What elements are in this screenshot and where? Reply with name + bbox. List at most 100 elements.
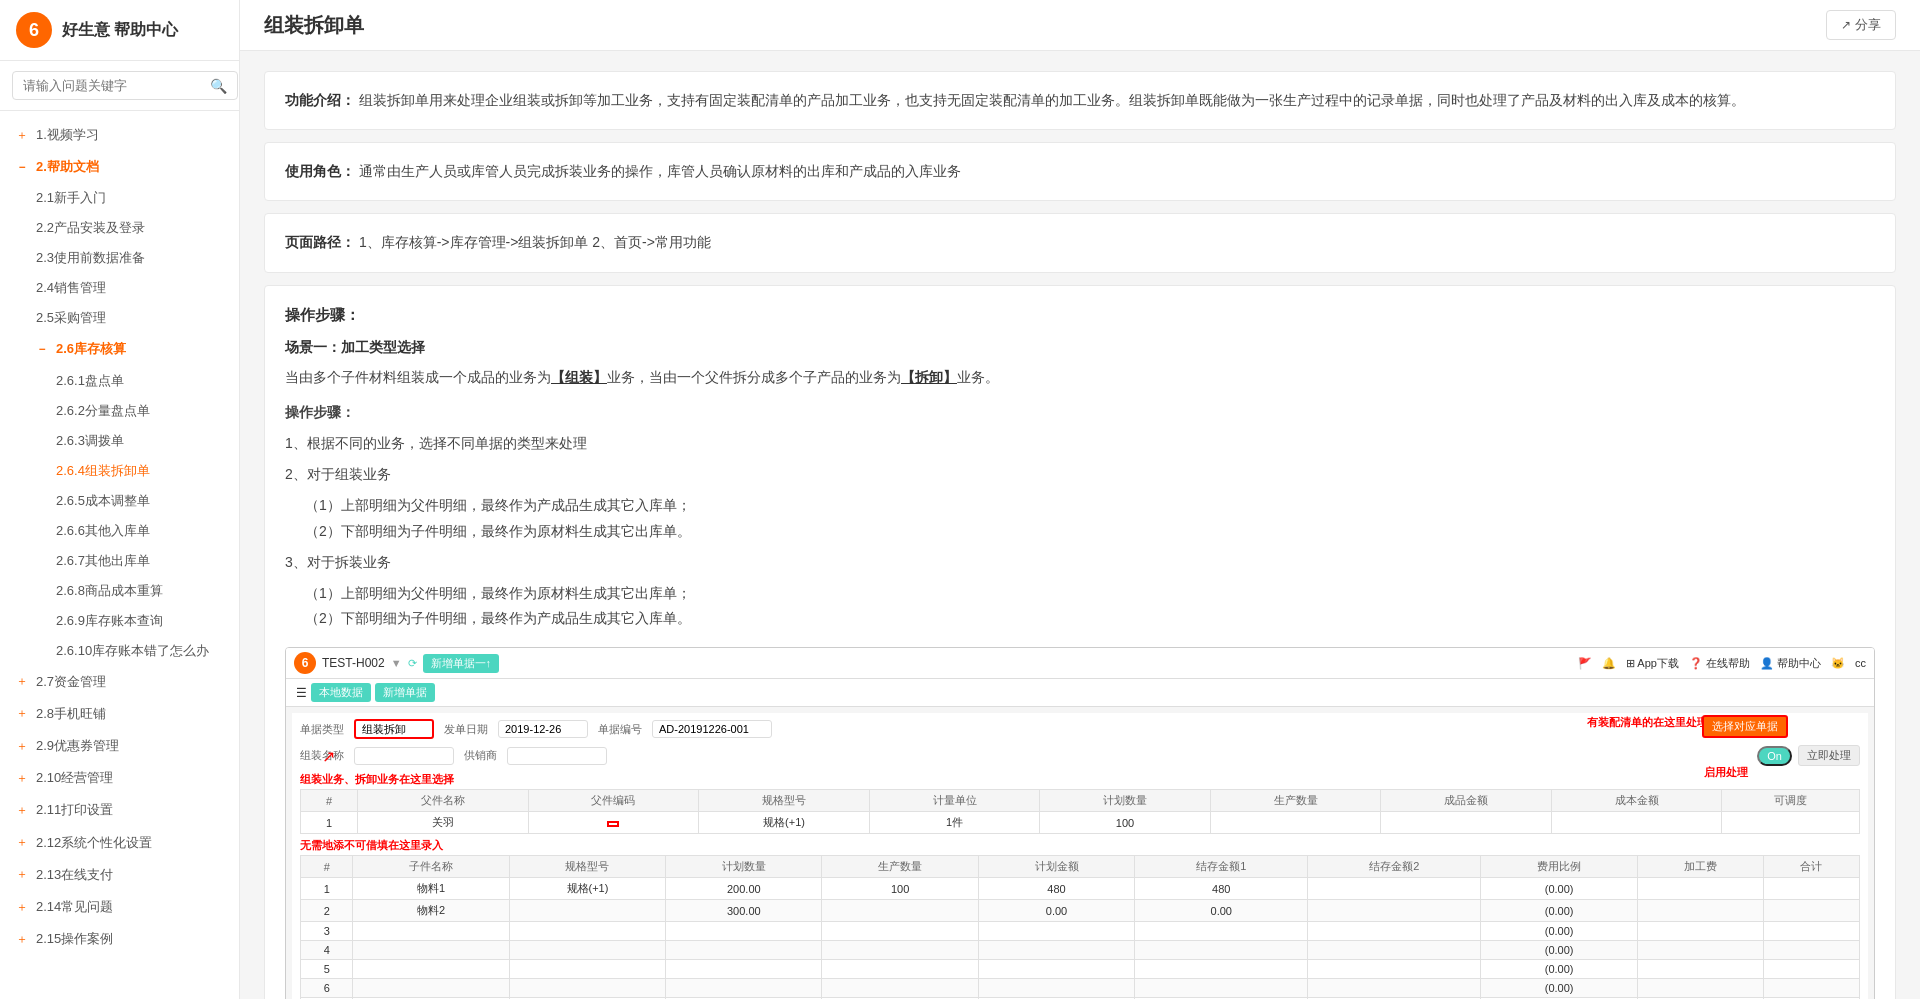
- sidebar-item-recalc[interactable]: 2.6.8商品成本重算: [0, 576, 239, 606]
- app-bell-icon: 🔔: [1602, 657, 1616, 670]
- assembly-link: 【组装】: [551, 369, 607, 385]
- share-button[interactable]: ↗ 分享: [1826, 10, 1896, 40]
- form-order-input[interactable]: [652, 720, 772, 738]
- plus-icon-ops: ＋: [16, 770, 30, 787]
- func-intro-text: 组装拆卸单用来处理企业组装或拆卸等加工业务，支持有固定装配清单的产品加工业务，也…: [359, 92, 1745, 108]
- confirm-btn-area: 选择对应单据: [1702, 715, 1788, 738]
- sidebar-item-outbound[interactable]: 2.6.7其他出库单: [0, 546, 239, 576]
- role-label: 使用角色：: [285, 163, 355, 179]
- sidebar-item-ops[interactable]: ＋ 2.10经营管理: [0, 762, 239, 794]
- sidebar-item-finance[interactable]: ＋ 2.7资金管理: [0, 666, 239, 698]
- sub-table-body: 1 物料1 规格(+1) 200.00 100 480 480 (0.00): [301, 878, 1860, 999]
- th-parent-name: 父件名称: [358, 790, 529, 812]
- th-spec: 规格型号: [699, 790, 870, 812]
- scenario1-desc: 当由多个子件材料组装成一个成品的业务为【组装】业务，当由一个父件拆分成多个子产品…: [285, 365, 1875, 390]
- plus-icon: ＋: [16, 127, 30, 144]
- sub-th-bal1: 结存金额1: [1135, 856, 1308, 878]
- nav-label-finance: 2.7资金管理: [36, 673, 106, 691]
- form-assembly-input[interactable]: [354, 747, 454, 765]
- sub-table-wrapper: # 子件名称 规格型号 计划数量 生产数量 计划金额 结存金额1 结存金额2 费: [300, 855, 1860, 999]
- form-supplier-input[interactable]: [507, 747, 607, 765]
- sub-table-row: 1 物料1 规格(+1) 200.00 100 480 480 (0.00): [301, 878, 1860, 900]
- sidebar-item-assembly[interactable]: 2.6.4组装拆卸单: [0, 456, 239, 486]
- screenshot-container: 6 TEST-H002 ▼ ⟳ 新增单据一↑ 🚩 🔔 ⊞ App下载 ❓ 在线帮…: [285, 647, 1875, 999]
- step2-sub2: （2）下部明细为子件明细，最终作为原材料生成其它出库单。: [305, 519, 1875, 544]
- form-date-input[interactable]: [498, 720, 588, 738]
- td-num: 1: [301, 812, 358, 834]
- form-type-input[interactable]: [354, 719, 434, 739]
- nav-label-mobile: 2.8手机旺铺: [36, 705, 106, 723]
- sub-table-row: 2 物料2 300.00 0.00 0.00 (0.00): [301, 900, 1860, 922]
- steps-section: 操作步骤： 场景一：加工类型选择 当由多个子件材料组装成一个成品的业务为【组装】…: [264, 285, 1896, 999]
- sidebar-item-cost[interactable]: 2.6.5成本调整单: [0, 486, 239, 516]
- nav-label-personalize: 2.12系统个性化设置: [36, 834, 152, 852]
- td-parent-code: [528, 812, 699, 834]
- sub-th-spec: 规格型号: [509, 856, 665, 878]
- app-apps-icon: ⊞ App下载: [1626, 656, 1679, 671]
- app-tab-local[interactable]: 本地数据: [311, 683, 371, 702]
- sidebar-item-inbound[interactable]: 2.6.6其他入库单: [0, 516, 239, 546]
- func-intro-card: 功能介绍： 组装拆卸单用来处理企业组装或拆卸等加工业务，支持有固定装配清单的产品…: [264, 71, 1896, 130]
- th-prod-amt: 成品金额: [1381, 790, 1552, 812]
- sidebar-item-new-user[interactable]: 2.1新手入门: [0, 183, 239, 213]
- app-flag-icon: 🚩: [1578, 657, 1592, 670]
- app-execute-btn[interactable]: 立即处理: [1798, 745, 1860, 766]
- sidebar-item-adjust[interactable]: 2.6.3调拨单: [0, 426, 239, 456]
- app-refresh-icon: ⟳: [408, 657, 417, 670]
- app-nav-icon: ☰: [296, 683, 307, 702]
- share-label: 分享: [1855, 16, 1881, 34]
- sidebar-item-docs[interactable]: － 2.帮助文档: [0, 151, 239, 183]
- app-form-wrapper: 有装配清单的在这里处理 选择对应单据 单据类型 发单日期 单据编号: [292, 713, 1868, 999]
- sidebar-item-personalize[interactable]: ＋ 2.12系统个性化设置: [0, 827, 239, 859]
- th-plan-qty: 计划数量: [1040, 790, 1211, 812]
- sub-th-plan-qty: 计划数量: [666, 856, 822, 878]
- sidebar-item-video[interactable]: ＋ 1.视频学习: [0, 119, 239, 151]
- sidebar-item-inventory[interactable]: － 2.6库存核算: [0, 333, 239, 365]
- scenario1-title: 场景一：加工类型选择: [285, 339, 1875, 357]
- sidebar-item-partial[interactable]: 2.6.2分量盘点单: [0, 396, 239, 426]
- sidebar-item-data-prep[interactable]: 2.3使用前数据准备: [0, 243, 239, 273]
- role-card: 使用角色： 通常由生产人员或库管人员完成拆装业务的操作，库管人员确认原材料的出库…: [264, 142, 1896, 201]
- app-tab-new[interactable]: 新增单据: [375, 683, 435, 702]
- app-topbar: 6 TEST-H002 ▼ ⟳ 新增单据一↑ 🚩 🔔 ⊞ App下载 ❓ 在线帮…: [286, 648, 1874, 679]
- annotation2: 组装业务、拆卸业务在这里选择: [300, 772, 1860, 787]
- app-confirm-btn[interactable]: 选择对应单据: [1702, 715, 1788, 738]
- sidebar-item-mobile[interactable]: ＋ 2.8手机旺铺: [0, 698, 239, 730]
- sidebar-item-install[interactable]: 2.2产品安装及登录: [0, 213, 239, 243]
- sidebar-item-error[interactable]: 2.6.10库存账本错了怎么办: [0, 636, 239, 666]
- main-table-body: 1 关羽 规格(+1) 1件 100: [301, 812, 1860, 834]
- nav-label-docs: 2.帮助文档: [36, 158, 99, 176]
- annotation1: 有装配清单的在这里处理: [1587, 715, 1708, 730]
- ops-steps-label: 操作步骤：: [285, 400, 1875, 425]
- plus-icon-cases: ＋: [16, 931, 30, 948]
- sidebar-item-print[interactable]: ＋ 2.11打印设置: [0, 794, 239, 826]
- sidebar-item-payment[interactable]: ＋ 2.13在线支付: [0, 859, 239, 891]
- sub-table-header: # 子件名称 规格型号 计划数量 生产数量 计划金额 结存金额1 结存金额2 费: [301, 856, 1860, 878]
- step2-sub1: （1）上部明细为父件明细，最终作为产成品生成其它入库单；: [305, 493, 1875, 518]
- sub-th-num: #: [301, 856, 353, 878]
- search-input[interactable]: [12, 71, 238, 100]
- sidebar-item-sales[interactable]: 2.4销售管理: [0, 273, 239, 303]
- sidebar-item-purchase[interactable]: 2.5采购管理: [0, 303, 239, 333]
- search-icon[interactable]: 🔍: [210, 78, 227, 94]
- sidebar-item-cases[interactable]: ＋ 2.15操作案例: [0, 923, 239, 955]
- nav-tree: ＋ 1.视频学习 － 2.帮助文档 2.1新手入门 2.2产品安装及登录 2.3…: [0, 111, 239, 999]
- sidebar-item-stocktake[interactable]: 2.6.1盘点单: [0, 366, 239, 396]
- main-table-wrapper: # 父件名称 父件编码 规格型号 计量单位 计划数量 生产数量 成品金额 成本金: [300, 789, 1860, 834]
- sidebar-item-query[interactable]: 2.6.9库存账本查询: [0, 606, 239, 636]
- td-plan-qty: 100: [1040, 812, 1211, 834]
- sub-th-ratio: 费用比例: [1481, 856, 1637, 878]
- app-right-tools: 🚩 🔔 ⊞ App下载 ❓ 在线帮助 👤 帮助中心 🐱 cc: [1578, 656, 1866, 671]
- ops-title: 操作步骤：: [285, 306, 1875, 325]
- toggle-on-btn[interactable]: On: [1757, 746, 1792, 766]
- main-table: # 父件名称 父件编码 规格型号 计量单位 计划数量 生产数量 成品金额 成本金: [300, 789, 1860, 834]
- sub-table: # 子件名称 规格型号 计划数量 生产数量 计划金额 结存金额1 结存金额2 费: [300, 855, 1860, 999]
- sidebar-item-coupon[interactable]: ＋ 2.9优惠券管理: [0, 730, 239, 762]
- sidebar-item-faq[interactable]: ＋ 2.14常见问题: [0, 891, 239, 923]
- sidebar-header: 6 好生意 帮助中心: [0, 0, 239, 61]
- table-row: 1 关羽 规格(+1) 1件 100: [301, 812, 1860, 834]
- main-area: 组装拆卸单 ↗ 分享 功能介绍： 组装拆卸单用来处理企业组装或拆卸等加工业务，支…: [240, 0, 1920, 999]
- app-new-order-btn[interactable]: 新增单据一↑: [423, 654, 500, 673]
- nav-label-payment: 2.13在线支付: [36, 866, 113, 884]
- toggle-area: On 立即处理: [1757, 745, 1860, 766]
